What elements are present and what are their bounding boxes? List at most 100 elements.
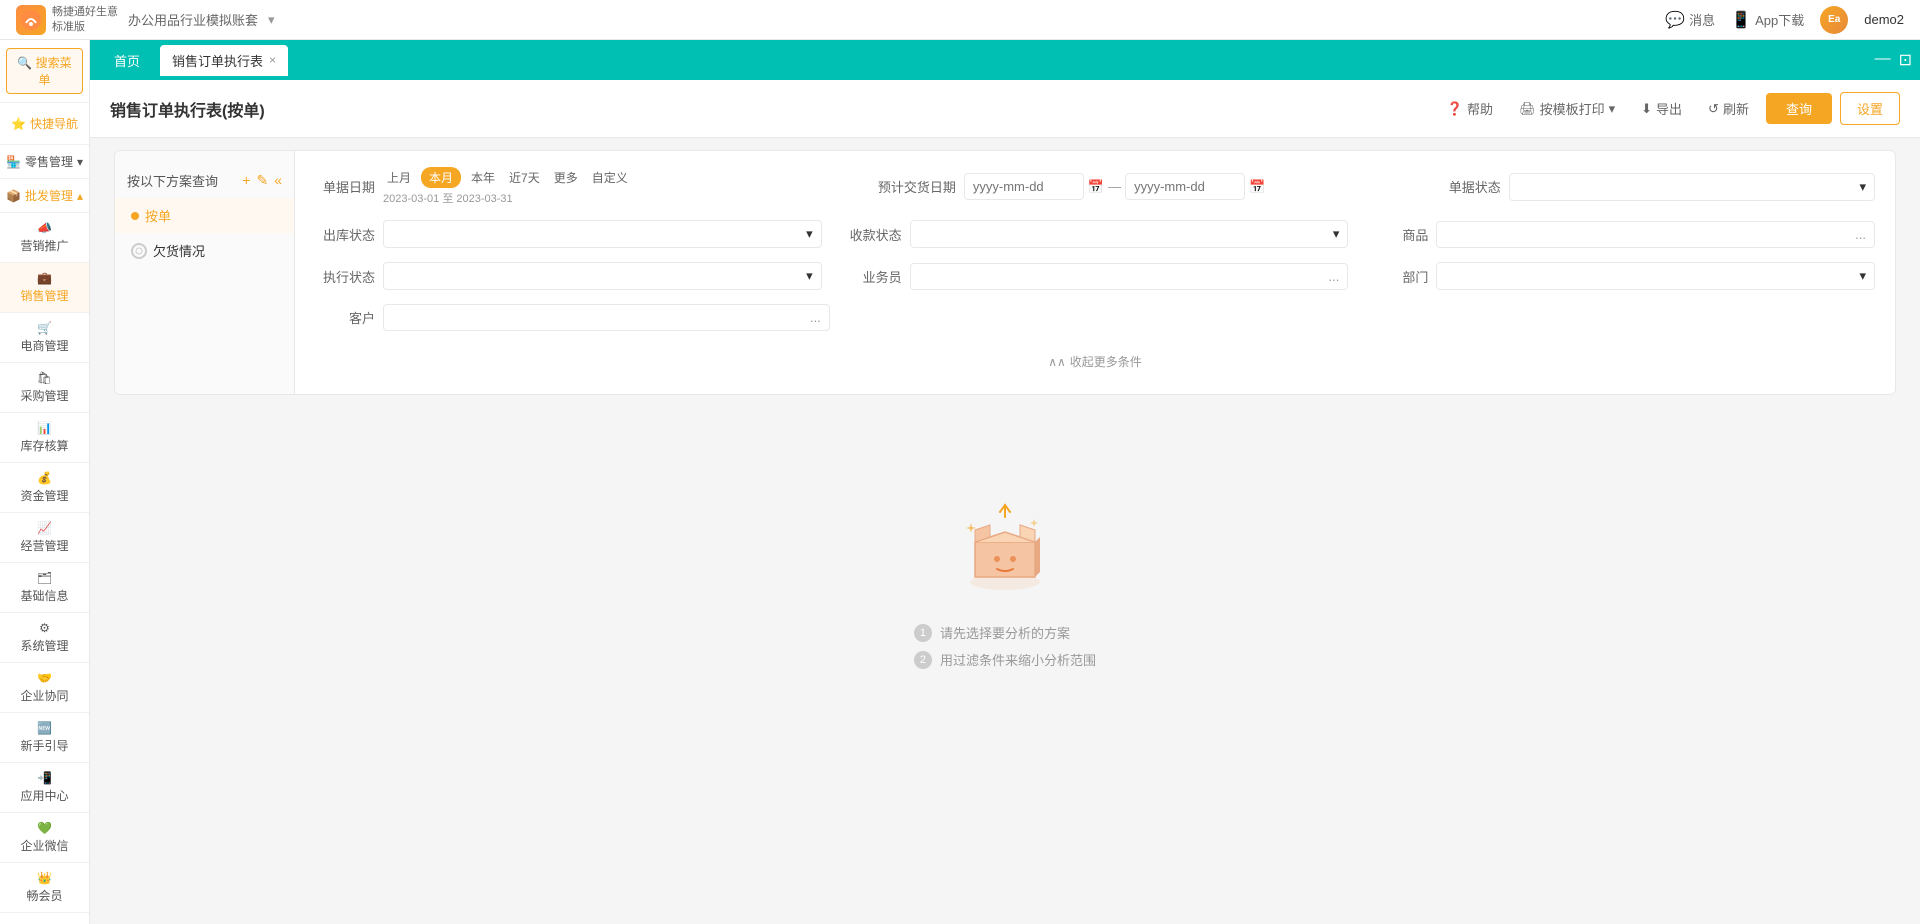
edit-plan-btn[interactable]: ✎ [256,172,268,189]
shortcut-prev-month[interactable]: 上月 [383,167,415,188]
ship-status-dropdown-icon: ▾ [806,226,813,242]
salesman-select[interactable]: ... [910,263,1349,290]
sidebar-item-quick-nav[interactable]: ⭐ 快捷导航 [0,109,89,138]
sidebar-item-ecommerce[interactable]: 🛒 电商管理 [0,313,89,362]
sidebar-item-inventory[interactable]: 📊 库存核算 [0,413,89,462]
customer-select[interactable]: ... [383,304,830,331]
filter-sidebar: 按以下方案查询 + ✎ « 按单 [115,151,295,394]
plan-item-1[interactable]: 欠货情况 [115,233,294,268]
exec-status-label: 执行状态 [315,267,375,286]
filter-row-1: 单据日期 上月 本月 本年 近7天 更多 自定义 [315,167,1875,206]
message-btn[interactable]: 💬 消息 [1665,10,1715,30]
doc-status-select[interactable]: ▾ [1509,173,1875,201]
sidebar-item-system[interactable]: ⚙ 系统管理 [0,613,89,662]
shortcut-more[interactable]: 更多 [550,167,582,188]
customer-ellipsis[interactable]: ... [810,310,821,325]
plan-item-0[interactable]: 按单 [115,198,294,233]
avatar[interactable]: Ea [1820,6,1848,34]
calendar-to-icon[interactable]: 📅 [1249,179,1265,195]
system-icon: ⚙ [39,621,50,635]
shop-icon: 🏪 [6,155,21,169]
purchase-icon: 🛍 [37,371,52,385]
help-btn[interactable]: ❓ 帮助 [1438,94,1502,123]
expected-date-to[interactable] [1125,173,1245,200]
goods-ellipsis[interactable]: ... [1855,227,1866,242]
ship-status-field: 出库状态 ▾ [315,220,822,248]
sidebar-item-wechat[interactable]: 💚 企业微信 [0,813,89,862]
filter-form: 单据日期 上月 本月 本年 近7天 更多 自定义 [295,151,1895,394]
sidebar-item-finance[interactable]: 💰 资金管理 [0,463,89,512]
header-left: 畅捷通好生意 标准版 办公用品行业模拟账套 ▾ [16,5,275,35]
shortcut-7days[interactable]: 近7天 [505,167,544,188]
goods-select[interactable]: ... [1436,221,1875,248]
member-icon: 👑 [37,871,52,885]
customer-field: 客户 ... [315,304,830,331]
user-name[interactable]: demo2 [1864,12,1904,27]
collection-status-field: 收款状态 ▾ [842,220,1349,248]
page-content: 销售订单执行表(按单) ❓ 帮助 🖨 按模板打印 ▾ ⬇ 导出 [90,80,1920,924]
date-sub-text: 2023-03-01 至 2023-03-31 [383,190,858,206]
sidebar-item-marketing[interactable]: 📣 营销推广 [0,213,89,262]
empty-tip-2: 2 用过滤条件来缩小分析范围 [914,650,1096,669]
tab-minimize-btn[interactable]: — [1875,50,1891,70]
shortcut-this-year[interactable]: 本年 [467,167,499,188]
collapse-plan-btn[interactable]: « [274,172,282,189]
print-btn[interactable]: 🖨 按模板打印 ▾ [1510,94,1624,123]
ship-status-select[interactable]: ▾ [383,220,822,248]
salesman-field: 业务员 ... [842,263,1349,290]
quick-nav-section: ⭐ 快捷导航 [0,103,89,145]
warehouse-icon: 📦 [6,189,21,203]
export-btn[interactable]: ⬇ 导出 [1632,94,1691,123]
print-icon: 🖨 [1519,101,1536,117]
add-plan-btn[interactable]: + [242,172,250,189]
expected-date-from[interactable] [964,173,1084,200]
sidebar-search-area: 🔍 搜索菜单 [0,40,89,103]
app-download-btn[interactable]: 📱 App下载 [1731,10,1804,30]
sidebar-item-operation[interactable]: 📈 经营管理 [0,513,89,562]
customer-label: 客户 [315,308,375,327]
breadcrumb-arrow[interactable]: ▾ [268,12,275,28]
tab-bar-actions: — ⊡ [1875,50,1912,70]
sidebar-item-member[interactable]: 👑 畅会员 [0,863,89,912]
exec-status-field: 执行状态 ▾ [315,262,822,290]
calendar-from-icon[interactable]: 📅 [1088,179,1104,195]
sidebar-item-sales[interactable]: 💼 销售管理 [0,263,89,312]
help-icon: ❓ [1447,101,1463,117]
date-field-content: 上月 本月 本年 近7天 更多 自定义 2023-03-01 至 2023-03… [383,167,858,206]
wechat-icon: 💚 [37,821,52,835]
doc-status-field: 单据状态 ▾ [1441,173,1875,201]
message-icon: 💬 [1665,10,1685,30]
collection-status-dropdown-icon: ▾ [1333,226,1340,242]
arrow-up-icon: ▴ [77,189,83,203]
tab-sales-order[interactable]: 销售订单执行表 × [160,45,288,76]
sidebar-item-enterprise[interactable]: 🤝 企业协同 [0,663,89,712]
salesman-ellipsis[interactable]: ... [1329,269,1340,284]
sidebar-item-newuser[interactable]: 🆕 新手引导 [0,713,89,762]
search-menu-btn[interactable]: 🔍 搜索菜单 [6,48,83,94]
plan-circle [131,243,147,259]
sidebar-item-purchase[interactable]: 🛍 采购管理 [0,363,89,412]
tab-close-btn[interactable]: × [269,53,276,67]
sidebar-item-basic[interactable]: 🗂 基础信息 [0,563,89,612]
sidebar-item-wholesale[interactable]: 📦 批发管理 ▴ [0,179,89,212]
sidebar-item-retail[interactable]: 🏪 零售管理 ▾ [0,145,89,178]
refresh-btn[interactable]: ↺ 刷新 [1699,94,1758,123]
dept-select[interactable]: ▾ [1436,262,1875,290]
plan-dot [131,212,139,220]
tab-home[interactable]: 首页 [98,45,156,76]
marketing-icon: 📣 [37,221,52,235]
collapse-more-btn[interactable]: ∧∧ 收起更多条件 [315,345,1875,378]
header-right: 💬 消息 📱 App下载 Ea demo2 [1665,6,1904,34]
query-btn[interactable]: 查询 [1766,93,1832,124]
page-header-actions: ❓ 帮助 🖨 按模板打印 ▾ ⬇ 导出 ↺ 刷新 [1438,92,1900,125]
shortcut-custom[interactable]: 自定义 [588,167,632,188]
settings-btn[interactable]: 设置 [1840,92,1900,125]
sidebar-item-appcenter[interactable]: 📲 应用中心 [0,763,89,812]
date-label: 单据日期 [315,177,375,196]
tab-maximize-btn[interactable]: ⊡ [1899,50,1912,70]
marketing-group: 📣 营销推广 [0,213,89,263]
page-header: 销售订单执行表(按单) ❓ 帮助 🖨 按模板打印 ▾ ⬇ 导出 [90,80,1920,138]
exec-status-select[interactable]: ▾ [383,262,822,290]
collection-status-select[interactable]: ▾ [910,220,1349,248]
shortcut-this-month[interactable]: 本月 [421,167,461,188]
